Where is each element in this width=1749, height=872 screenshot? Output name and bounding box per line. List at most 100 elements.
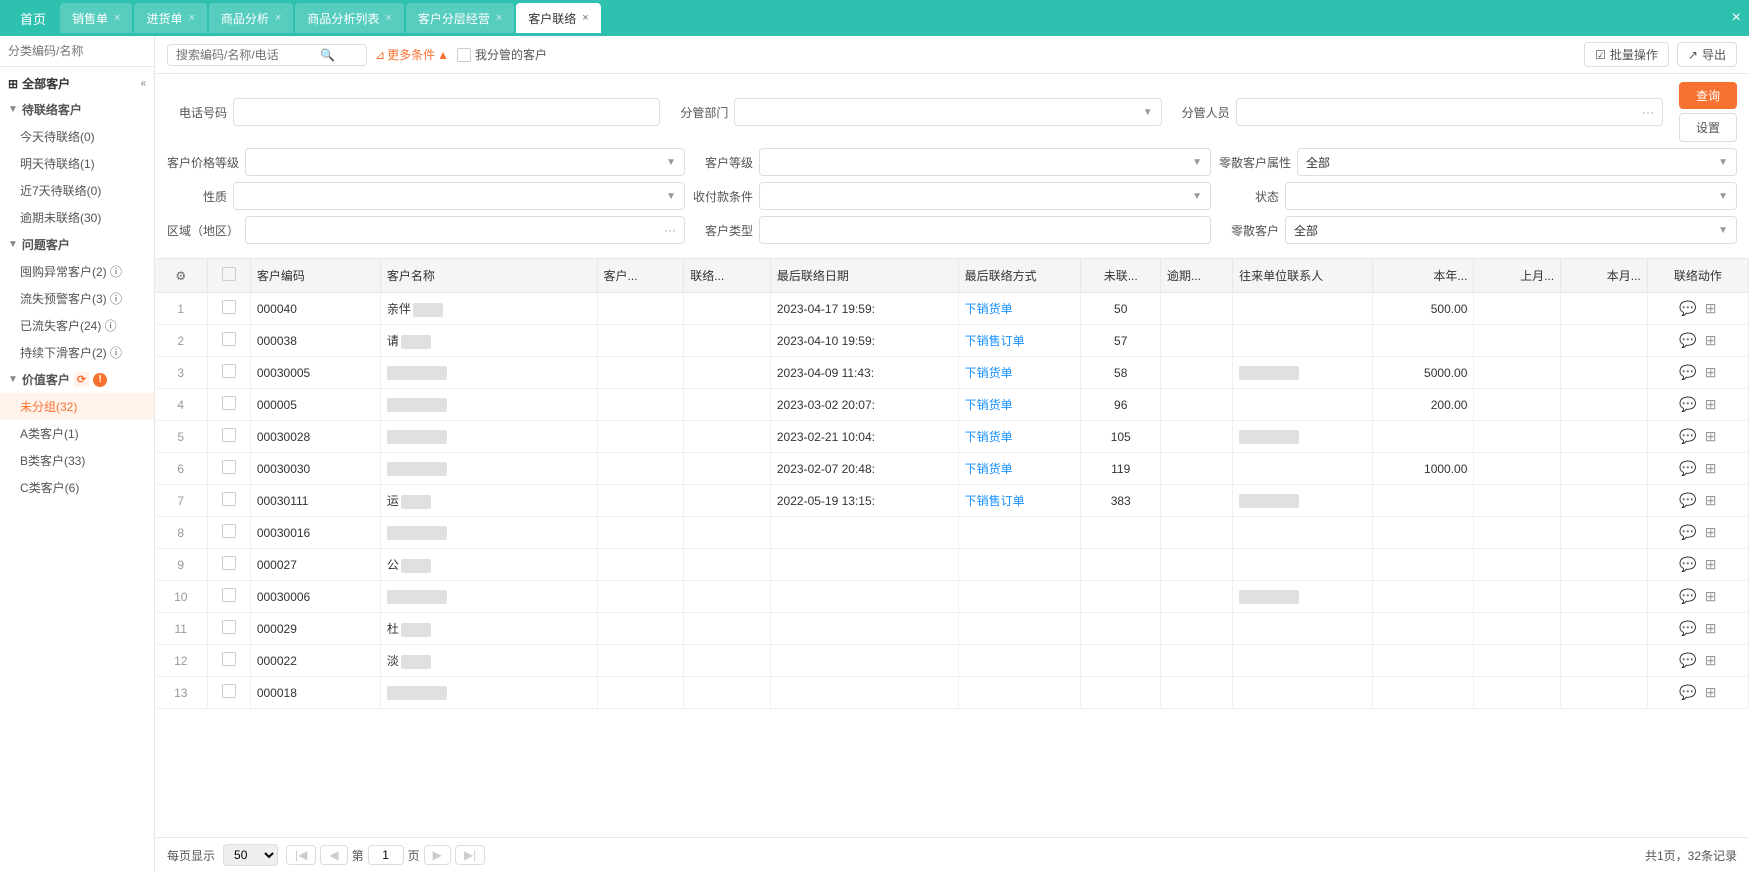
message-icon[interactable]: 💬 — [1679, 684, 1696, 701]
tab-purchase-close[interactable]: × — [188, 12, 194, 24]
qr-icon[interactable]: ⊞ — [1705, 300, 1717, 317]
row-checkbox[interactable] — [222, 492, 236, 506]
collapse-icon[interactable]: « — [140, 78, 146, 89]
message-icon[interactable]: 💬 — [1679, 524, 1696, 541]
my-customers-checkbox[interactable] — [457, 48, 471, 62]
batch-op-btn[interactable]: ☑ 批量操作 — [1584, 42, 1669, 67]
tab-product-list[interactable]: 商品分析列表 × — [295, 3, 403, 33]
customer-type-input[interactable] — [759, 216, 1211, 244]
contact-method-link[interactable]: 下销货单 — [965, 430, 1013, 444]
sidebar-item-c-class[interactable]: C类客户(6) — [0, 474, 154, 501]
sidebar-item-7days[interactable]: 近7天待联络(0) — [0, 177, 154, 204]
qr-icon[interactable]: ⊞ — [1705, 620, 1717, 637]
price-level-input[interactable]: ▼ — [245, 148, 685, 176]
row-checkbox[interactable] — [222, 620, 236, 634]
status-input[interactable]: ▼ — [1285, 182, 1737, 210]
contact-method-link[interactable]: 下销货单 — [965, 302, 1013, 316]
row-checkbox[interactable] — [222, 364, 236, 378]
col-check-header[interactable] — [207, 259, 250, 293]
person-input[interactable]: ··· — [1236, 98, 1663, 126]
my-customers-toggle[interactable]: 我分管的客户 — [457, 46, 547, 63]
sidebar-item-hoarding[interactable]: 囤购异常客户(2) ⓘ — [0, 258, 154, 285]
contact-method-link[interactable]: 下销货单 — [965, 398, 1013, 412]
tab-product-list-close[interactable]: × — [385, 12, 391, 24]
problem-group-header[interactable]: ▼ 问题客户 — [0, 231, 154, 258]
row-checkbox[interactable] — [222, 300, 236, 314]
message-icon[interactable]: 💬 — [1679, 556, 1696, 573]
dept-input[interactable]: ▼ — [734, 98, 1161, 126]
row-checkbox[interactable] — [222, 684, 236, 698]
retail-attr-input[interactable]: 全部 ▼ — [1297, 148, 1737, 176]
sidebar-item-a-class[interactable]: A类客户(1) — [0, 420, 154, 447]
message-icon[interactable]: 💬 — [1679, 492, 1696, 509]
tab-product-analysis[interactable]: 商品分析 × — [209, 3, 293, 33]
sidebar-item-churned[interactable]: 已流失客户(24) ⓘ — [0, 312, 154, 339]
query-button[interactable]: 查询 — [1679, 82, 1737, 109]
header-checkbox[interactable] — [222, 267, 236, 281]
tab-customer-contact-close[interactable]: × — [582, 12, 588, 24]
message-icon[interactable]: 💬 — [1679, 364, 1696, 381]
message-icon[interactable]: 💬 — [1679, 428, 1696, 445]
row-checkbox[interactable] — [222, 428, 236, 442]
sidebar-item-overdue[interactable]: 逾期未联络(30) — [0, 204, 154, 231]
row-checkbox[interactable] — [222, 460, 236, 474]
row-checkbox[interactable] — [222, 588, 236, 602]
qr-icon[interactable]: ⊞ — [1705, 524, 1717, 541]
row-checkbox[interactable] — [222, 652, 236, 666]
settings-icon[interactable]: ⚙ — [175, 269, 186, 283]
row-checkbox[interactable] — [222, 396, 236, 410]
sidebar-item-today[interactable]: 今天待联络(0) — [0, 123, 154, 150]
sidebar-item-b-class[interactable]: B类客户(33) — [0, 447, 154, 474]
tab-sales-close[interactable]: × — [114, 12, 120, 24]
tab-customer-tier-close[interactable]: × — [496, 12, 502, 24]
sidebar-item-declining[interactable]: 持续下滑客户(2) ⓘ — [0, 339, 154, 366]
tab-sales[interactable]: 销售单 × — [60, 3, 132, 33]
qr-icon[interactable]: ⊞ — [1705, 428, 1717, 445]
payment-input[interactable]: ▼ — [759, 182, 1211, 210]
sidebar-item-churn-risk[interactable]: 流失预警客户(3) ⓘ — [0, 285, 154, 312]
tab-customer-contact[interactable]: 客户联络 × — [516, 3, 600, 33]
close-all-icon[interactable]: × — [1732, 9, 1741, 27]
qr-icon[interactable]: ⊞ — [1705, 556, 1717, 573]
filter-search-icon[interactable]: 🔍 — [320, 48, 335, 62]
row-checkbox[interactable] — [222, 524, 236, 538]
qr-icon[interactable]: ⊞ — [1705, 492, 1717, 509]
sidebar-item-tomorrow[interactable]: 明天待联络(1) — [0, 150, 154, 177]
tab-product-analysis-close[interactable]: × — [275, 12, 281, 24]
sidebar-item-ungroup[interactable]: 未分组(32) — [0, 393, 154, 420]
qr-icon[interactable]: ⊞ — [1705, 588, 1717, 605]
message-icon[interactable]: 💬 — [1679, 300, 1696, 317]
qr-icon[interactable]: ⊞ — [1705, 364, 1717, 381]
region-input[interactable]: ··· — [245, 216, 685, 244]
row-checkbox[interactable] — [222, 332, 236, 346]
message-icon[interactable]: 💬 — [1679, 588, 1696, 605]
next-page-btn[interactable]: ▶ — [424, 845, 451, 865]
first-page-btn[interactable]: |◀ — [286, 845, 316, 865]
customer-level-input[interactable]: ▼ — [759, 148, 1211, 176]
message-icon[interactable]: 💬 — [1679, 620, 1696, 637]
page-size-select[interactable]: 50 100 200 — [223, 844, 278, 866]
reset-button[interactable]: 设置 — [1679, 113, 1737, 142]
message-icon[interactable]: 💬 — [1679, 460, 1696, 477]
contact-method-link[interactable]: 下销货单 — [965, 366, 1013, 380]
qr-icon[interactable]: ⊞ — [1705, 460, 1717, 477]
message-icon[interactable]: 💬 — [1679, 332, 1696, 349]
contact-method-link[interactable]: 下销货单 — [965, 462, 1013, 476]
more-conditions-btn[interactable]: ⊿ 更多条件 ▲ — [375, 46, 449, 63]
page-input[interactable] — [368, 845, 404, 865]
qr-icon[interactable]: ⊞ — [1705, 396, 1717, 413]
nature-input[interactable]: ▼ — [233, 182, 685, 210]
tab-purchase[interactable]: 进货单 × — [134, 3, 206, 33]
pending-group-header[interactable]: ▼ 待联络客户 — [0, 96, 154, 123]
all-customers-header[interactable]: ⊞ 全部客户 « — [0, 67, 154, 96]
value-group-header[interactable]: ▼ 价值客户 ⟳ ! — [0, 366, 154, 393]
message-icon[interactable]: 💬 — [1679, 396, 1696, 413]
export-btn[interactable]: ↗ 导出 — [1677, 42, 1737, 67]
last-page-btn[interactable]: ▶| — [455, 845, 485, 865]
qr-icon[interactable]: ⊞ — [1705, 684, 1717, 701]
row-checkbox[interactable] — [222, 556, 236, 570]
sidebar-search-input[interactable] — [8, 44, 155, 58]
tab-customer-tier[interactable]: 客户分层经营 × — [406, 3, 514, 33]
qr-icon[interactable]: ⊞ — [1705, 332, 1717, 349]
phone-input[interactable] — [233, 98, 660, 126]
